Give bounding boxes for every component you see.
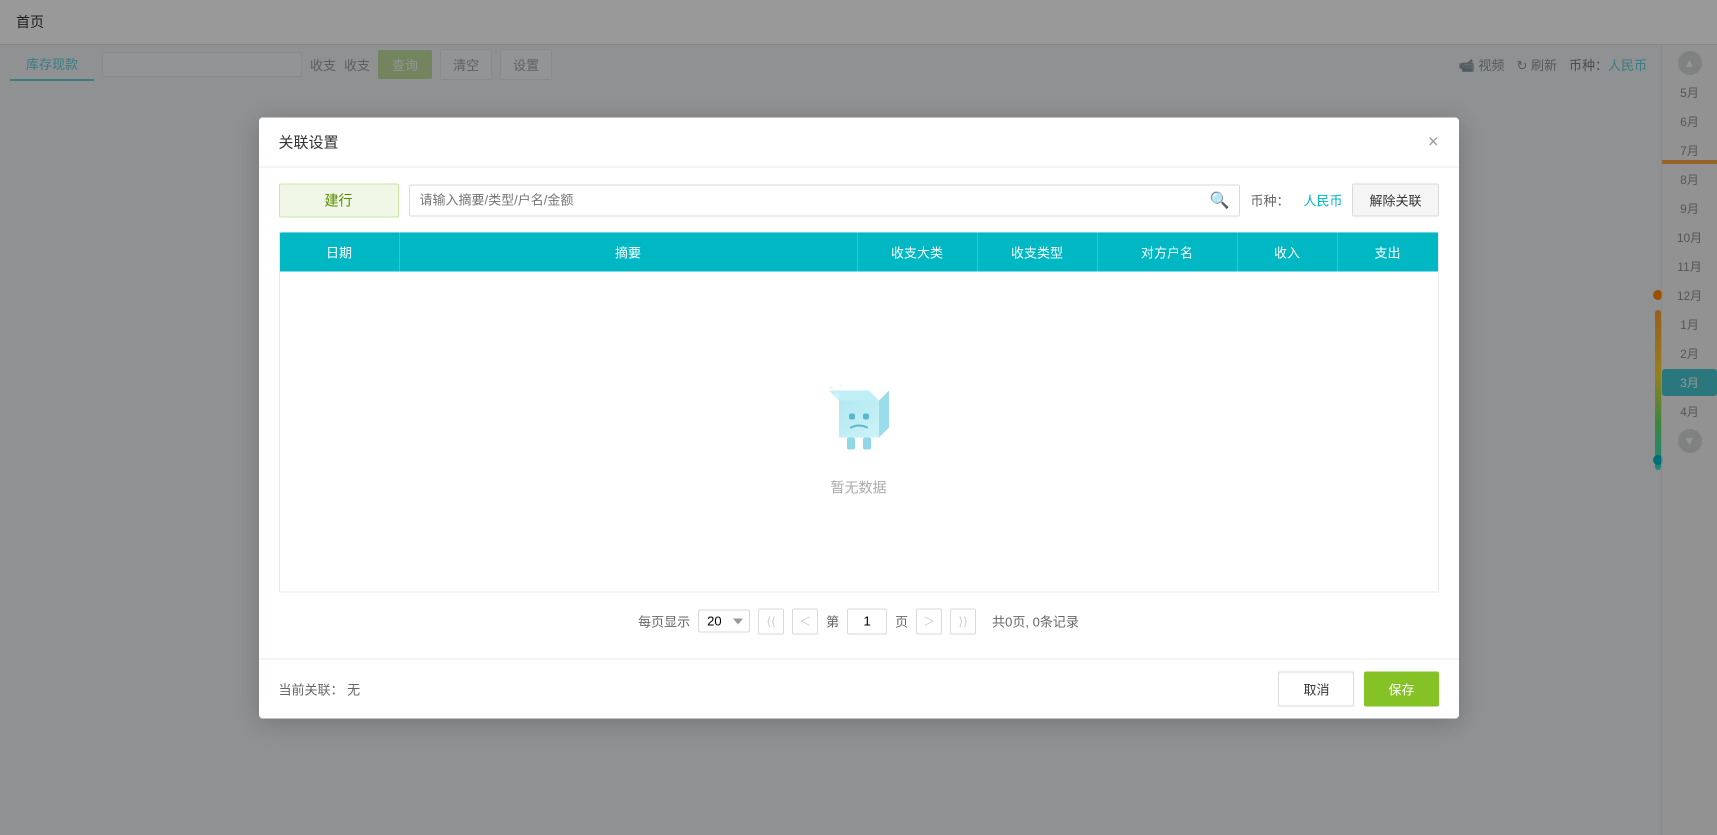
page-size-select[interactable]: 20 50 100: [698, 610, 750, 633]
modal-footer: 当前关联： 无 取消 保存: [259, 658, 1459, 718]
page-input[interactable]: [847, 608, 887, 634]
cancel-button[interactable]: 取消: [1278, 671, 1354, 706]
table-header: 日期 摘要 收支大类 收支类型 对方户名 收入 支出: [280, 232, 1438, 271]
current-link-label: 当前关联：: [279, 682, 344, 697]
table-body: 暂无数据: [280, 271, 1438, 591]
pagination-row: 每页显示 20 50 100 ⟨⟨ ＜ 第 页 ＞ ⟩⟩ 共0页, 0条记录: [279, 592, 1439, 642]
per-page-label: 每页显示: [638, 612, 690, 631]
col-income: 收入: [1238, 232, 1338, 271]
search-icon[interactable]: 🔍: [1210, 190, 1230, 210]
col-category: 收支大类: [858, 232, 978, 271]
save-button[interactable]: 保存: [1364, 671, 1438, 706]
modal-header: 关联设置 ×: [259, 117, 1459, 167]
footer-buttons: 取消 保存: [1278, 671, 1438, 706]
first-page-button[interactable]: ⟨⟨: [758, 608, 784, 634]
col-counterparty: 对方户名: [1098, 232, 1238, 271]
page-unit: 页: [895, 612, 908, 631]
page-label: 第: [826, 612, 839, 631]
current-link-display: 当前关联： 无: [279, 679, 361, 698]
current-link-value: 无: [347, 682, 360, 697]
association-settings-modal: 关联设置 × 建行 🔍 币种： 人民币 解除关联 日期 摘要 收支大类 收支类型…: [259, 117, 1459, 718]
last-page-button[interactable]: ⟩⟩: [950, 608, 976, 634]
col-date: 日期: [280, 232, 400, 271]
prev-page-button[interactable]: ＜: [792, 608, 818, 634]
total-info: 共0页, 0条记录: [992, 612, 1079, 631]
empty-illustration: [809, 365, 909, 465]
data-table: 日期 摘要 收支大类 收支类型 对方户名 收入 支出: [279, 231, 1439, 592]
col-type: 收支类型: [978, 232, 1098, 271]
search-input[interactable]: [420, 193, 1210, 208]
modal-title: 关联设置: [279, 131, 339, 152]
col-expense: 支出: [1338, 232, 1438, 271]
currency-label: 币种：: [1250, 191, 1289, 210]
empty-text: 暂无数据: [831, 477, 887, 497]
currency-value: 人民币: [1303, 191, 1342, 210]
modal-close-button[interactable]: ×: [1428, 133, 1439, 151]
search-row: 建行 🔍 币种： 人民币 解除关联: [279, 183, 1439, 217]
bank-tag: 建行: [279, 183, 399, 217]
next-page-button[interactable]: ＞: [916, 608, 942, 634]
col-summary: 摘要: [400, 232, 858, 271]
modal-body: 建行 🔍 币种： 人民币 解除关联 日期 摘要 收支大类 收支类型 对方户名 收…: [259, 167, 1459, 658]
unlink-button[interactable]: 解除关联: [1352, 184, 1438, 217]
search-input-wrap: 🔍: [409, 184, 1241, 216]
